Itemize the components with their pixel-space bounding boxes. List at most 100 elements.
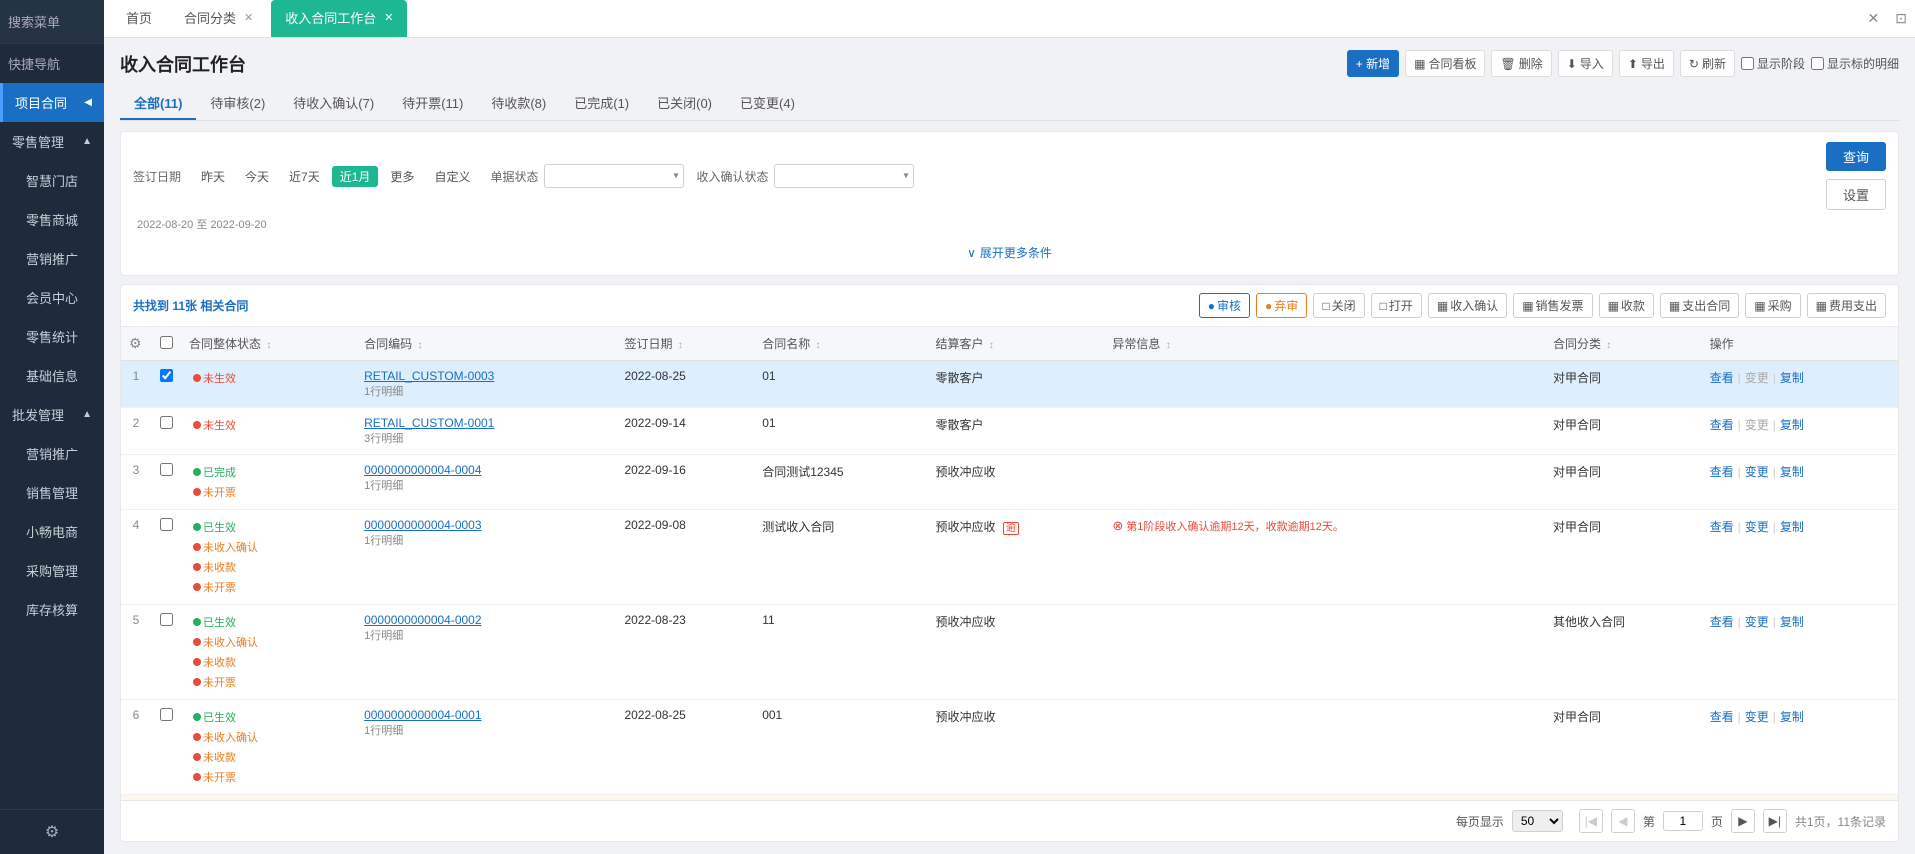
op-change-3[interactable]: 变更 [1745,463,1769,480]
sidebar-nav[interactable]: 快捷导航 [0,44,104,83]
sidebar-item-marketing2[interactable]: 营销推广 [0,434,104,473]
sidebar-settings[interactable]: ⚙ [0,809,104,854]
sidebar-item-sales-mgmt[interactable]: 销售管理 [0,473,104,512]
row-checkbox-input-3[interactable] [160,463,173,476]
delete-button[interactable]: 🗑 删除 [1491,50,1551,77]
th-status-sort-icon[interactable]: ↕ [266,340,271,351]
contract-code-link-1[interactable]: RETAIL_CUSTOM-0003 [364,369,494,383]
th-code-sort-icon[interactable]: ↕ [417,340,422,351]
op-copy-5[interactable]: 复制 [1780,613,1804,630]
page-next-button[interactable]: ▶ [1731,809,1755,833]
per-page-select[interactable]: 50 10 20 100 [1512,810,1563,832]
show-stages-checkbox[interactable]: 显示阶段 [1741,55,1805,72]
op-copy-4[interactable]: 复制 [1780,518,1804,535]
contract-code-link-5[interactable]: 0000000000004-0002 [364,613,481,627]
tab-home[interactable]: 首页 [112,0,166,37]
contract-code-link-4[interactable]: 0000000000004-0003 [364,518,481,532]
row-checkbox-input-5[interactable] [160,613,173,626]
filter-tab-pending-review[interactable]: 待审核(2) [196,87,279,120]
sidebar-item-xiaochang[interactable]: 小畅电商 [0,512,104,551]
contract-board-button[interactable]: ▦ 合同看板 [1405,50,1485,77]
query-button[interactable]: 查询 [1826,142,1886,171]
filter-tab-changed[interactable]: 已变更(4) [726,87,809,120]
window-close-icon[interactable]: ✕ [1868,10,1880,27]
action-income-confirm[interactable]: ▦ 收入确认 [1428,293,1507,318]
sidebar-item-purchase[interactable]: 采购管理 [0,551,104,590]
op-copy-3[interactable]: 复制 [1780,463,1804,480]
page-last-button[interactable]: ▶| [1763,809,1787,833]
show-details-input[interactable] [1811,57,1824,70]
action-close[interactable]: □ 关闭 [1313,293,1364,318]
date-btn-yesterday[interactable]: 昨天 [193,166,233,187]
refresh-button[interactable]: ↻ 刷新 [1680,50,1735,77]
sidebar-item-smart-store[interactable]: 智慧门店 [0,161,104,200]
page-prev-button[interactable]: ◀ [1611,809,1635,833]
date-btn-today[interactable]: 今天 [237,166,277,187]
op-view-3[interactable]: 查看 [1710,463,1734,480]
tab-income-workbench-close[interactable]: ✕ [384,11,393,24]
op-change-5[interactable]: 变更 [1745,613,1769,630]
action-expense-contract[interactable]: ▦ 支出合同 [1660,293,1739,318]
income-confirm-select[interactable] [774,164,914,188]
contract-code-link-2[interactable]: RETAIL_CUSTOM-0001 [364,416,494,430]
import-button[interactable]: ⬇ 导入 [1558,50,1613,77]
th-sign-date-sort-icon[interactable]: ↕ [678,340,683,351]
new-button[interactable]: + 新增 [1347,50,1399,77]
filter-tab-closed[interactable]: 已关闭(0) [643,87,726,120]
row-checkbox-input-6[interactable] [160,708,173,721]
row-checkbox-input-2[interactable] [160,416,173,429]
op-change-4[interactable]: 变更 [1745,518,1769,535]
sidebar-item-retail-mgmt[interactable]: 零售管理 ▲ [0,122,104,161]
th-error-info-sort-icon[interactable]: ↕ [1166,340,1171,351]
tab-contract-category[interactable]: 合同分类 ✕ [170,0,267,37]
expand-more-btn[interactable]: ∨ 展开更多条件 [959,240,1060,265]
settings-gear-icon[interactable]: ⚙ [129,335,142,351]
filter-tab-all[interactable]: 全部(11) [120,87,196,120]
sidebar-item-retail-stats[interactable]: 零售统计 [0,317,104,356]
sidebar-item-wholesale[interactable]: 批发管理 ▲ [0,395,104,434]
op-view-2[interactable]: 查看 [1710,416,1734,433]
sidebar-item-inventory[interactable]: 库存核算 [0,590,104,629]
action-abandon[interactable]: ● 弃审 [1256,293,1307,318]
action-payment[interactable]: ▦ 收款 [1599,293,1654,318]
op-change-6[interactable]: 变更 [1745,708,1769,725]
action-purchase[interactable]: ▦ 采购 [1745,293,1800,318]
page-number-input[interactable] [1663,811,1703,831]
tab-contract-category-close[interactable]: ✕ [244,11,253,24]
op-copy-6[interactable]: 复制 [1780,708,1804,725]
tab-income-workbench[interactable]: 收入合同工作台 ✕ [271,0,407,37]
op-view-4[interactable]: 查看 [1710,518,1734,535]
page-first-button[interactable]: |◀ [1579,809,1603,833]
op-view-6[interactable]: 查看 [1710,708,1734,725]
sidebar-item-retail-commerce[interactable]: 零售商城 [0,200,104,239]
th-name-sort-icon[interactable]: ↕ [816,340,821,351]
date-btn-more[interactable]: 更多 [382,166,422,187]
op-change-2[interactable]: 变更 [1745,416,1769,433]
sidebar-search[interactable]: 搜索菜单 [0,0,104,44]
row-checkbox-input-1[interactable] [160,369,173,382]
sidebar-item-project[interactable]: 项目合同 ◀ [0,83,104,122]
filter-tab-pending-invoice[interactable]: 待开票(11) [388,87,477,120]
filter-tab-completed[interactable]: 已完成(1) [560,87,643,120]
sidebar-item-basic-info[interactable]: 基础信息 [0,356,104,395]
date-btn-1month[interactable]: 近1月 [332,166,379,187]
th-customer-sort-icon[interactable]: ↕ [989,340,994,351]
select-all-checkbox[interactable] [160,336,173,349]
th-category-sort-icon[interactable]: ↕ [1606,340,1611,351]
document-status-select[interactable] [544,164,684,188]
row-checkbox-input-4[interactable] [160,518,173,531]
show-details-checkbox[interactable]: 显示标的明细 [1811,55,1899,72]
contract-code-link-3[interactable]: 0000000000004-0004 [364,463,481,477]
show-stages-input[interactable] [1741,57,1754,70]
op-copy-1[interactable]: 复制 [1780,369,1804,386]
op-view-1[interactable]: 查看 [1710,369,1734,386]
action-review[interactable]: ● 审核 [1199,293,1250,318]
op-change-1[interactable]: 变更 [1745,369,1769,386]
date-btn-custom[interactable]: 自定义 [426,166,478,187]
date-btn-7days[interactable]: 近7天 [281,166,328,187]
op-view-5[interactable]: 查看 [1710,613,1734,630]
op-copy-2[interactable]: 复制 [1780,416,1804,433]
export-button[interactable]: ⬆ 导出 [1619,50,1674,77]
filter-tab-pending-payment[interactable]: 待收款(8) [477,87,560,120]
action-sales-invoice[interactable]: ▦ 销售发票 [1513,293,1592,318]
